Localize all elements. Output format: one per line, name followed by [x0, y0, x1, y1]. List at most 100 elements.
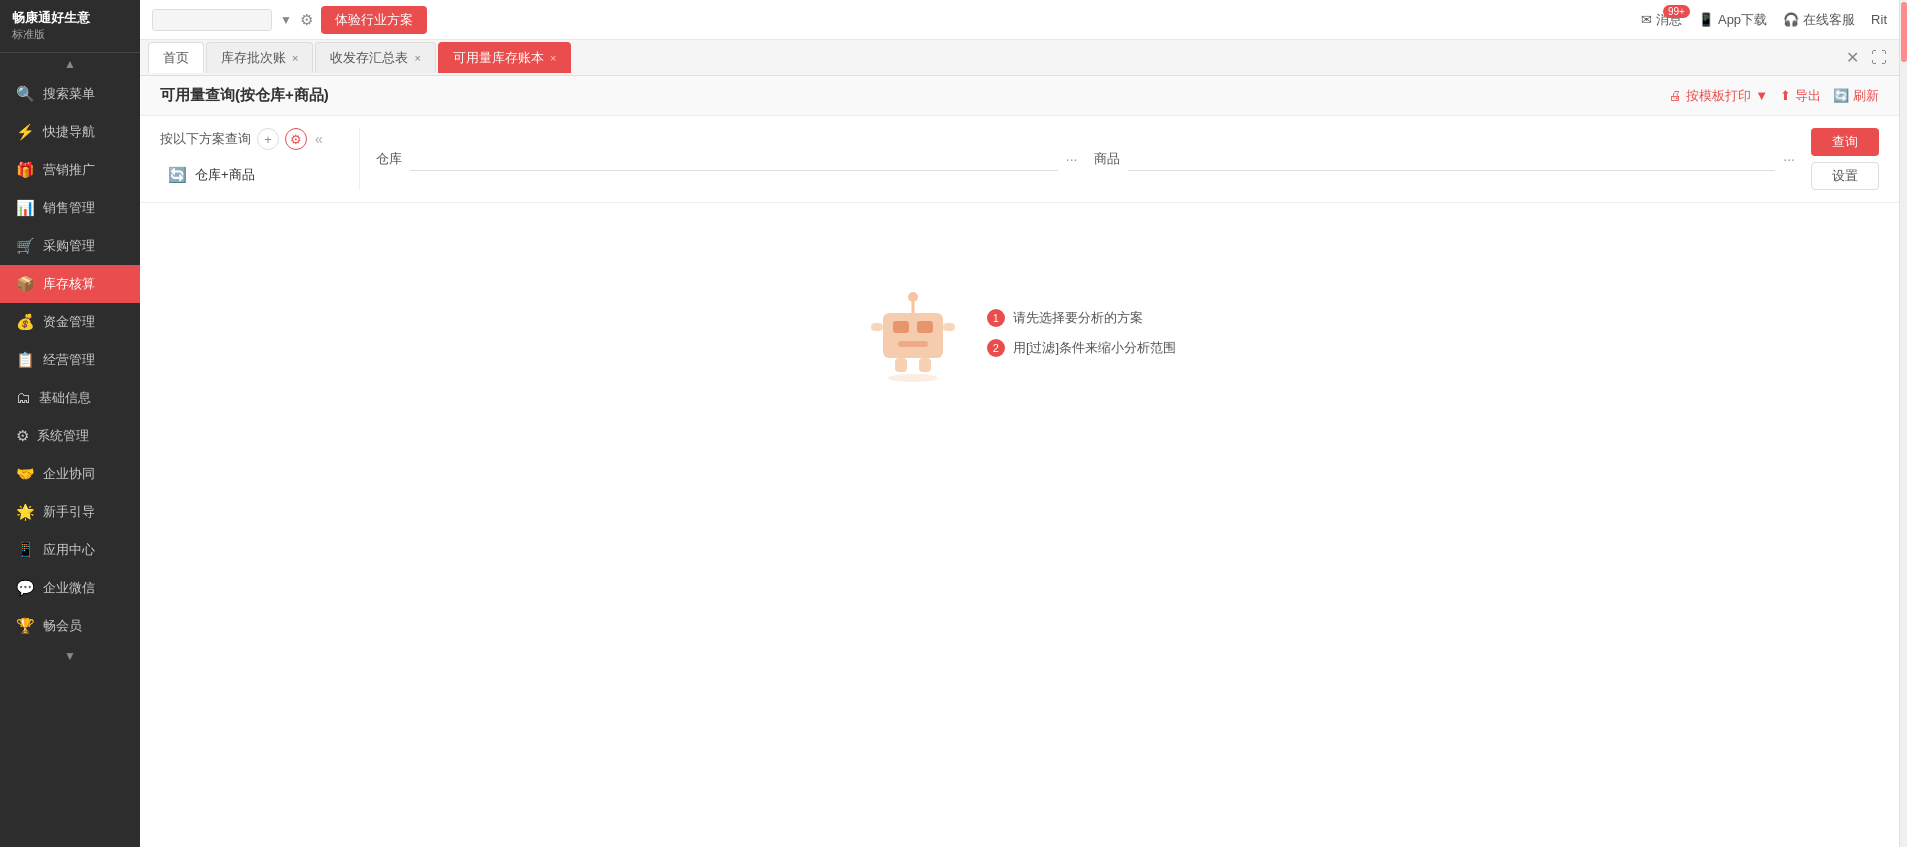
gift-icon: 🎁	[16, 161, 35, 179]
warehouse-input[interactable]	[410, 147, 1058, 171]
filter-actions: 查询 设置	[1811, 128, 1879, 190]
sidebar-item-label: 畅会员	[43, 617, 82, 635]
phone-icon: 📱	[1698, 12, 1714, 27]
svg-rect-9	[919, 358, 931, 372]
product-input[interactable]	[1128, 147, 1776, 171]
username-label[interactable]: Rit	[1871, 12, 1887, 27]
tip-item-1: 1 请先选择要分析的方案	[987, 309, 1176, 327]
warehouse-more-icon[interactable]: ···	[1066, 151, 1078, 167]
svg-point-10	[888, 374, 938, 382]
app-download-button[interactable]: 📱 App下载	[1698, 11, 1767, 29]
sidebar-item-quicknav[interactable]: ⚡ 快捷导航	[0, 113, 140, 151]
sidebar-item-label: 销售管理	[43, 199, 95, 217]
industry-solution-button[interactable]: 体验行业方案	[321, 6, 427, 34]
tab-home[interactable]: 首页	[148, 42, 204, 73]
gear-icon: ⚙	[16, 427, 29, 445]
sidebar-item-basic[interactable]: 🗂 基础信息	[0, 379, 140, 417]
page-title: 可用量查询(按仓库+商品)	[160, 86, 329, 105]
sidebar-item-wechat[interactable]: 💬 企业微信	[0, 569, 140, 607]
refresh-button[interactable]: 🔄 刷新	[1833, 87, 1879, 105]
sidebar-scroll-up[interactable]: ▲	[0, 53, 140, 75]
setting-button[interactable]: 设置	[1811, 162, 1879, 190]
tab-maximize-button[interactable]: ⛶	[1867, 44, 1891, 71]
product-label: 商品	[1094, 150, 1120, 168]
add-scheme-button[interactable]: +	[257, 128, 279, 150]
tip-item-2: 2 用[过滤]条件来缩小分析范围	[987, 339, 1176, 357]
svg-rect-7	[943, 323, 955, 331]
scheme-item-warehouse-product[interactable]: 🔄 仓库+商品	[160, 160, 343, 190]
page-content: 可用量查询(按仓库+商品) 🖨 按模板打印 ▼ ⬆ 导出 🔄 刷新	[140, 76, 1899, 847]
filter-schemes-panel: 按以下方案查询 + ⚙ « 🔄 仓库+商品	[160, 128, 360, 190]
sidebar-item-member[interactable]: 🏆 畅会员	[0, 607, 140, 645]
app-logo: 畅康通好生意 标准版	[0, 0, 140, 53]
scheme-item-label: 仓库+商品	[195, 166, 255, 184]
tab-summary-close[interactable]: ×	[414, 52, 420, 64]
warehouse-label: 仓库	[376, 150, 402, 168]
online-service-button[interactable]: 🎧 在线客服	[1783, 11, 1855, 29]
sidebar-item-operation[interactable]: 📋 经营管理	[0, 341, 140, 379]
scheme-header: 按以下方案查询 + ⚙ «	[160, 128, 343, 150]
tab-batch-close[interactable]: ×	[292, 52, 298, 64]
right-scrollbar[interactable]	[1899, 0, 1907, 847]
trophy-icon: 🏆	[16, 617, 35, 635]
svg-rect-3	[898, 341, 928, 347]
sidebar-item-purchase[interactable]: 🛒 采购管理	[0, 227, 140, 265]
tab-available-close[interactable]: ×	[550, 52, 556, 64]
filter-fields-panel: 仓库 ··· 商品 ··· 查询 设置	[376, 128, 1879, 190]
edit-scheme-button[interactable]: ⚙	[285, 128, 307, 150]
scheme-icon: 🔄	[168, 166, 187, 184]
print-label: 按模板打印	[1686, 87, 1751, 105]
empty-state-content: 1 请先选择要分析的方案 2 用[过滤]条件来缩小分析范围	[863, 283, 1176, 383]
settings-icon[interactable]: ⚙	[300, 11, 313, 29]
print-chevron-icon[interactable]: ▼	[1755, 88, 1768, 103]
sidebar-item-enterprise[interactable]: 🤝 企业协同	[0, 455, 140, 493]
topbar: ▼ ⚙ 体验行业方案 ✉ 消息 99+ 📱 App下载 🎧 在线客服 Rit	[140, 0, 1899, 40]
tab-batch[interactable]: 库存批次账 ×	[206, 42, 313, 73]
topbar-search-input[interactable]	[152, 9, 272, 31]
empty-state: 1 请先选择要分析的方案 2 用[过滤]条件来缩小分析范围	[140, 203, 1899, 463]
export-button[interactable]: ⬆ 导出	[1780, 87, 1821, 105]
refresh-icon: 🔄	[1833, 88, 1849, 103]
chart-icon: 📊	[16, 199, 35, 217]
query-button[interactable]: 查询	[1811, 128, 1879, 156]
tab-available[interactable]: 可用量库存账本 ×	[438, 42, 571, 73]
service-label: 在线客服	[1803, 11, 1855, 29]
print-template-button[interactable]: 🖨 按模板打印 ▼	[1669, 87, 1768, 105]
sidebar-item-sales[interactable]: 📊 销售管理	[0, 189, 140, 227]
app-subtitle: 标准版	[12, 27, 128, 42]
sidebar-item-system[interactable]: ⚙ 系统管理	[0, 417, 140, 455]
chevron-down-icon[interactable]: ▼	[280, 13, 292, 27]
tip-text-1: 请先选择要分析的方案	[1013, 309, 1143, 327]
sidebar-scroll-down[interactable]: ▼	[0, 645, 140, 667]
export-label: 导出	[1795, 87, 1821, 105]
sidebar-item-newbie[interactable]: 🌟 新手引导	[0, 493, 140, 531]
sidebar-item-marketing[interactable]: 🎁 营销推广	[0, 151, 140, 189]
tab-batch-label: 库存批次账	[221, 49, 286, 67]
tab-close-button[interactable]: ✕	[1842, 44, 1863, 71]
svg-rect-1	[893, 321, 909, 333]
tabs-actions: ✕ ⛶	[1842, 44, 1891, 71]
sidebar-item-finance[interactable]: 💰 资金管理	[0, 303, 140, 341]
cart-icon: 🛒	[16, 237, 35, 255]
sidebar-item-search[interactable]: 🔍 搜索菜单	[0, 75, 140, 113]
sidebar-item-label: 基础信息	[39, 389, 91, 407]
product-more-icon[interactable]: ···	[1783, 151, 1795, 167]
app-title: 畅康通好生意	[12, 10, 128, 27]
warehouse-field: 仓库 ···	[376, 147, 1078, 171]
sidebar-item-label: 新手引导	[43, 503, 95, 521]
collapse-icon[interactable]: «	[315, 131, 323, 147]
message-icon: ✉	[1641, 12, 1652, 27]
message-button[interactable]: ✉ 消息 99+	[1641, 11, 1682, 29]
sidebar-item-label: 快捷导航	[43, 123, 95, 141]
search-icon: 🔍	[16, 85, 35, 103]
tip-num-2: 2	[987, 339, 1005, 357]
filter-area: 按以下方案查询 + ⚙ « 🔄 仓库+商品 仓库 ···	[140, 116, 1899, 203]
clipboard-icon: 📋	[16, 351, 35, 369]
sidebar-item-label: 企业协同	[43, 465, 95, 483]
tab-summary[interactable]: 收发存汇总表 ×	[315, 42, 435, 73]
svg-rect-6	[871, 323, 883, 331]
sidebar-item-appcenter[interactable]: 📱 应用中心	[0, 531, 140, 569]
lightning-icon: ⚡	[16, 123, 35, 141]
star-icon: 🌟	[16, 503, 35, 521]
sidebar-item-inventory[interactable]: 📦 库存核算	[0, 265, 140, 303]
